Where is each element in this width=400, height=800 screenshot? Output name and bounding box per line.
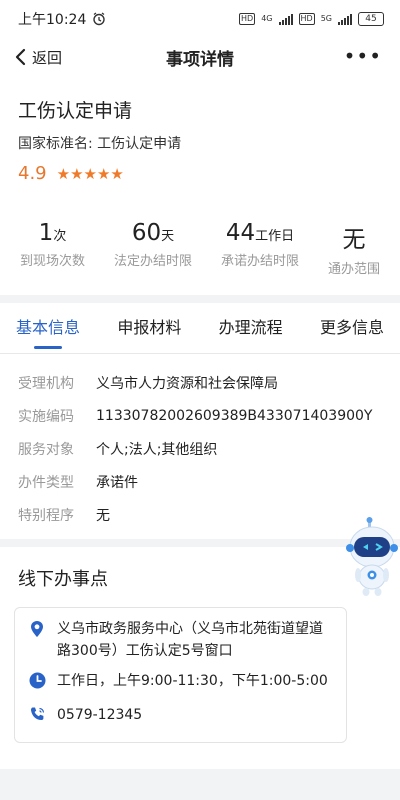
- hours-row: 工作日，上午9:00-11:30，下午1:00-5:00: [29, 670, 332, 696]
- stat-label: 法定办结时限: [113, 254, 192, 269]
- battery-icon: 45: [358, 12, 384, 26]
- tab-more-info[interactable]: 更多信息: [320, 303, 384, 353]
- standard-name: 国家标准名: 工伤认定申请: [18, 136, 182, 152]
- tab-materials[interactable]: 申报材料: [117, 303, 181, 353]
- hours-text: 工作日，上午9:00-11:30，下午1:00-5:00: [57, 673, 328, 689]
- more-dots-icon[interactable]: •••: [344, 46, 382, 66]
- offline-service-section: 线下办事点 义乌市政务服务中心（义乌市北苑街道望道路300号）工伤认定5号窗口 …: [0, 547, 400, 769]
- info-value: 义乌市人力资源和社会保障局: [96, 375, 278, 392]
- rating-row: 4.9 ★★★★★: [18, 163, 382, 184]
- stat-label: 到现场次数: [20, 254, 86, 269]
- chevron-left-icon: [15, 48, 26, 66]
- service-point-card: 义乌市政务服务中心（义乌市北苑街道望道路300号）工伤认定5号窗口 工作日，上午…: [14, 607, 347, 743]
- basic-info-list: 受理机构 义乌市人力资源和社会保障局 实施编码 1133078200260938…: [0, 354, 400, 539]
- network-5g: 5G: [320, 14, 332, 23]
- item-header: 工伤认定申请 国家标准名: 工伤认定申请 4.9 ★★★★★ 1次 到现场次数 …: [0, 76, 400, 295]
- stat-legal-limit: 60天 法定办结时限: [114, 220, 192, 277]
- address-text: 义乌市政务服务中心（义乌市北苑街道望道路300号）工伤认定5号窗口: [57, 621, 323, 659]
- info-row: 服务对象 个人;法人;其他组织: [18, 432, 382, 465]
- nav-bar: 返回 事项详情 •••: [0, 38, 400, 76]
- robot-assistant-icon[interactable]: [346, 517, 400, 597]
- item-title: 工伤认定申请: [18, 100, 133, 122]
- location-pin-icon: [29, 618, 47, 662]
- info-row: 办件类型 承诺件: [18, 465, 382, 498]
- info-key: 服务对象: [18, 441, 74, 458]
- back-label: 返回: [32, 48, 63, 67]
- stat-promised-limit: 44工作日 承诺办结时限: [221, 220, 299, 277]
- phone-row[interactable]: 0579-12345: [29, 704, 332, 730]
- info-key: 特别程序: [18, 507, 74, 524]
- rating-score: 4.9: [18, 163, 47, 184]
- hd-badge: HD: [239, 13, 256, 25]
- stat-num: 1: [38, 220, 54, 246]
- info-key: 实施编码: [18, 408, 74, 425]
- stat-unit: 次: [53, 229, 67, 244]
- stat-num: 无: [342, 227, 366, 253]
- stat-unit: 天: [161, 229, 175, 244]
- stat-num: 44: [225, 220, 256, 246]
- stat-unit: 工作日: [255, 229, 295, 244]
- info-value: 11330782002609389B433071403900Y: [96, 407, 373, 424]
- tab-process[interactable]: 办理流程: [219, 303, 283, 353]
- info-key: 受理机构: [18, 375, 74, 392]
- offline-title: 线下办事点: [18, 569, 108, 590]
- info-value: 承诺件: [96, 474, 138, 491]
- info-row: 特别程序 无: [18, 498, 382, 531]
- status-left: 上午10:24: [18, 9, 106, 29]
- detail-section: 基本信息 申报材料 办理流程 更多信息 受理机构 义乌市人力资源和社会保障局 实…: [0, 303, 400, 539]
- stats-row: 1次 到现场次数 60天 法定办结时限 44工作日 承诺办结时限 无 通办范围: [18, 220, 382, 277]
- signal-icon: [278, 13, 293, 25]
- stat-scope: 无 通办范围: [328, 220, 380, 277]
- status-right: HD 4G HD 5G 45: [239, 12, 384, 26]
- info-row: 实施编码 11330782002609389B433071403900Y: [18, 399, 382, 432]
- info-row: 受理机构 义乌市人力资源和社会保障局: [18, 366, 382, 399]
- status-bar: 上午10:24 HD 4G HD 5G 45: [0, 0, 400, 38]
- info-value: 无: [96, 507, 110, 524]
- phone-icon: [29, 704, 47, 730]
- network-4g: 4G: [261, 14, 273, 23]
- info-value: 个人;法人;其他组织: [96, 441, 218, 458]
- back-button[interactable]: 返回: [0, 47, 62, 68]
- stat-label: 承诺办结时限: [220, 254, 299, 269]
- stat-label: 通办范围: [327, 262, 380, 277]
- tab-bar: 基本信息 申报材料 办理流程 更多信息: [0, 303, 400, 354]
- info-key: 办件类型: [18, 474, 74, 491]
- signal-icon-2: [338, 13, 352, 25]
- star-rating-icon: ★★★★★: [56, 164, 124, 183]
- clock-icon: [29, 670, 47, 696]
- alarm-icon: [93, 12, 106, 26]
- stat-visits: 1次 到现场次数: [20, 220, 85, 277]
- status-time: 上午10:24: [18, 12, 87, 28]
- phone-text: 0579-12345: [57, 707, 143, 723]
- stat-num: 60: [131, 220, 162, 246]
- tab-basic-info[interactable]: 基本信息: [16, 303, 80, 353]
- hd-badge-2: HD: [298, 13, 315, 25]
- address-row[interactable]: 义乌市政务服务中心（义乌市北苑街道望道路300号）工伤认定5号窗口: [29, 618, 332, 662]
